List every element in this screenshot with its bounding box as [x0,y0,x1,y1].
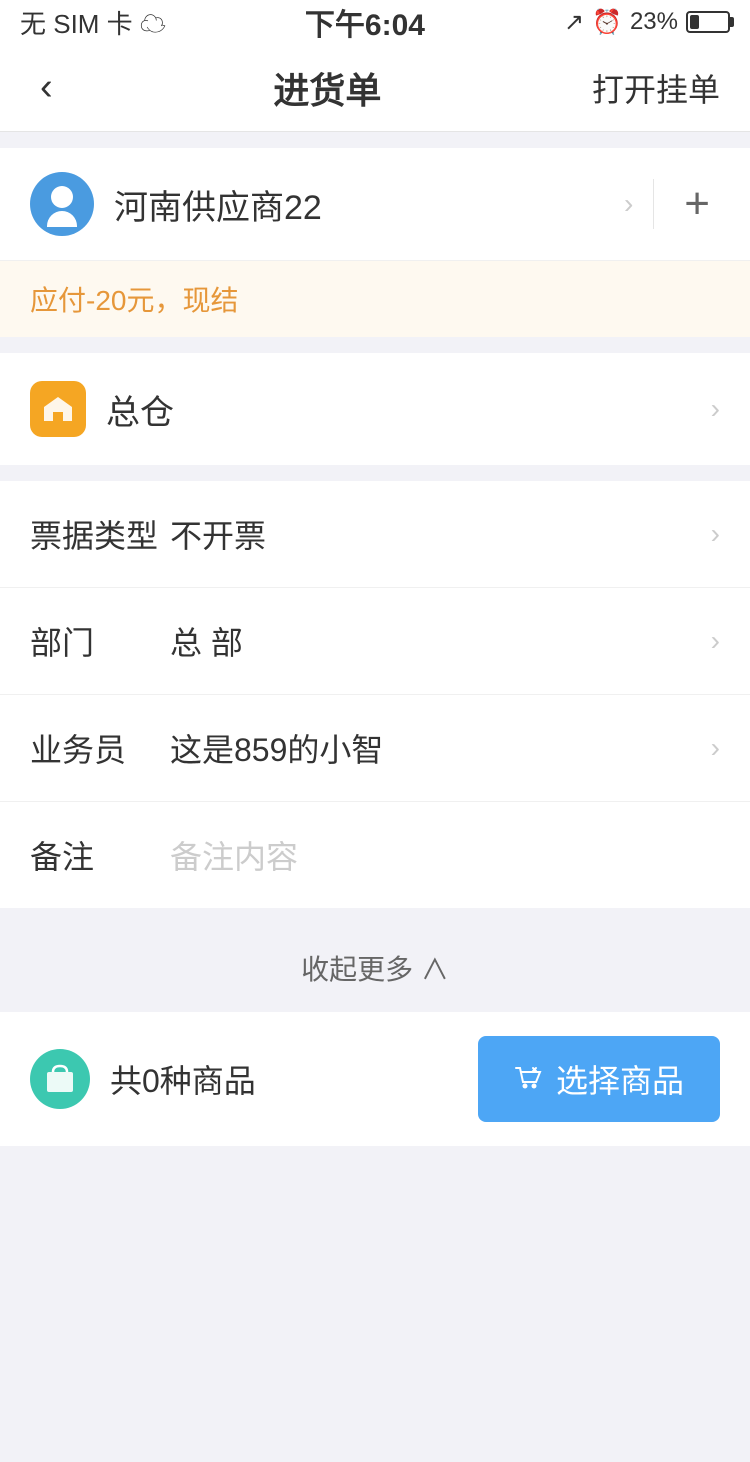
add-supplier-button[interactable]: + [674,179,720,229]
product-count: 共0种商品 [110,1056,458,1102]
chevron-right-icon: › [711,393,720,425]
chevron-right-icon: › [711,732,720,764]
divider-top [0,132,750,148]
dept-row[interactable]: 部门 总 部 › [0,587,750,694]
notice-banner: 应付-20元，现结 [0,261,750,337]
invoice-label: 票据类型 [30,511,170,557]
warehouse-card: 总仓 › [0,353,750,465]
product-icon [43,1064,77,1094]
chevron-right-icon: › [624,188,633,220]
battery-percent: 23% [630,8,678,36]
select-product-button[interactable]: 选择商品 [478,1036,720,1122]
warehouse-row[interactable]: 总仓 › [0,353,750,465]
chevron-right-icon: › [711,625,720,657]
select-product-label: 选择商品 [556,1056,684,1102]
note-label: 备注 [30,832,170,878]
supplier-name: 河南供应商22 [114,180,624,229]
supplier-row[interactable]: 河南供应商22 › + [0,148,750,261]
status-left: 无 SIM 卡 ☁ [20,4,166,41]
salesperson-label: 业务员 [30,725,170,771]
warehouse-icon [42,395,74,423]
note-value[interactable]: 备注内容 [170,832,720,878]
warehouse-icon-wrap [30,381,86,437]
dept-label: 部门 [30,618,170,664]
person-icon [44,186,80,222]
page-title: 进货单 [273,62,381,114]
product-icon-wrap [30,1049,90,1109]
collapse-bar[interactable]: 收起更多 ∧ [0,924,750,1012]
avatar [30,172,94,236]
dept-value: 总 部 [170,618,711,664]
signal-text: 无 SIM 卡 ☁ [20,4,166,41]
chevron-right-icon: › [711,518,720,550]
note-row[interactable]: 备注 备注内容 [0,801,750,908]
back-button[interactable]: ‹ [30,56,63,119]
battery-icon [686,11,730,33]
alarm-icon: ⏰ [592,8,622,37]
open-pending-button[interactable]: 打开挂单 [592,65,720,111]
status-right: ↗ ⏰ 23% [564,8,730,37]
location-icon: ↗ [564,8,584,37]
product-section: 共0种商品 选择商品 [0,1012,750,1146]
supplier-card: 河南供应商22 › + 应付-20元，现结 [0,148,750,337]
form-card: 票据类型 不开票 › 部门 总 部 › 业务员 这是859的小智 › 备注 备注… [0,481,750,908]
salesperson-value: 这是859的小智 [170,725,711,771]
product-row: 共0种商品 选择商品 [0,1012,750,1146]
vertical-divider [653,179,654,229]
status-time: 下午6:04 [305,0,425,44]
cart-icon [514,1066,544,1092]
invoice-row[interactable]: 票据类型 不开票 › [0,481,750,587]
invoice-value: 不开票 [170,511,711,557]
warehouse-name: 总仓 [106,385,711,434]
status-bar: 无 SIM 卡 ☁ 下午6:04 ↗ ⏰ 23% [0,0,750,44]
salesperson-row[interactable]: 业务员 这是859的小智 › [0,694,750,801]
bottom-fill [0,1162,750,1462]
nav-bar: ‹ 进货单 打开挂单 [0,44,750,132]
